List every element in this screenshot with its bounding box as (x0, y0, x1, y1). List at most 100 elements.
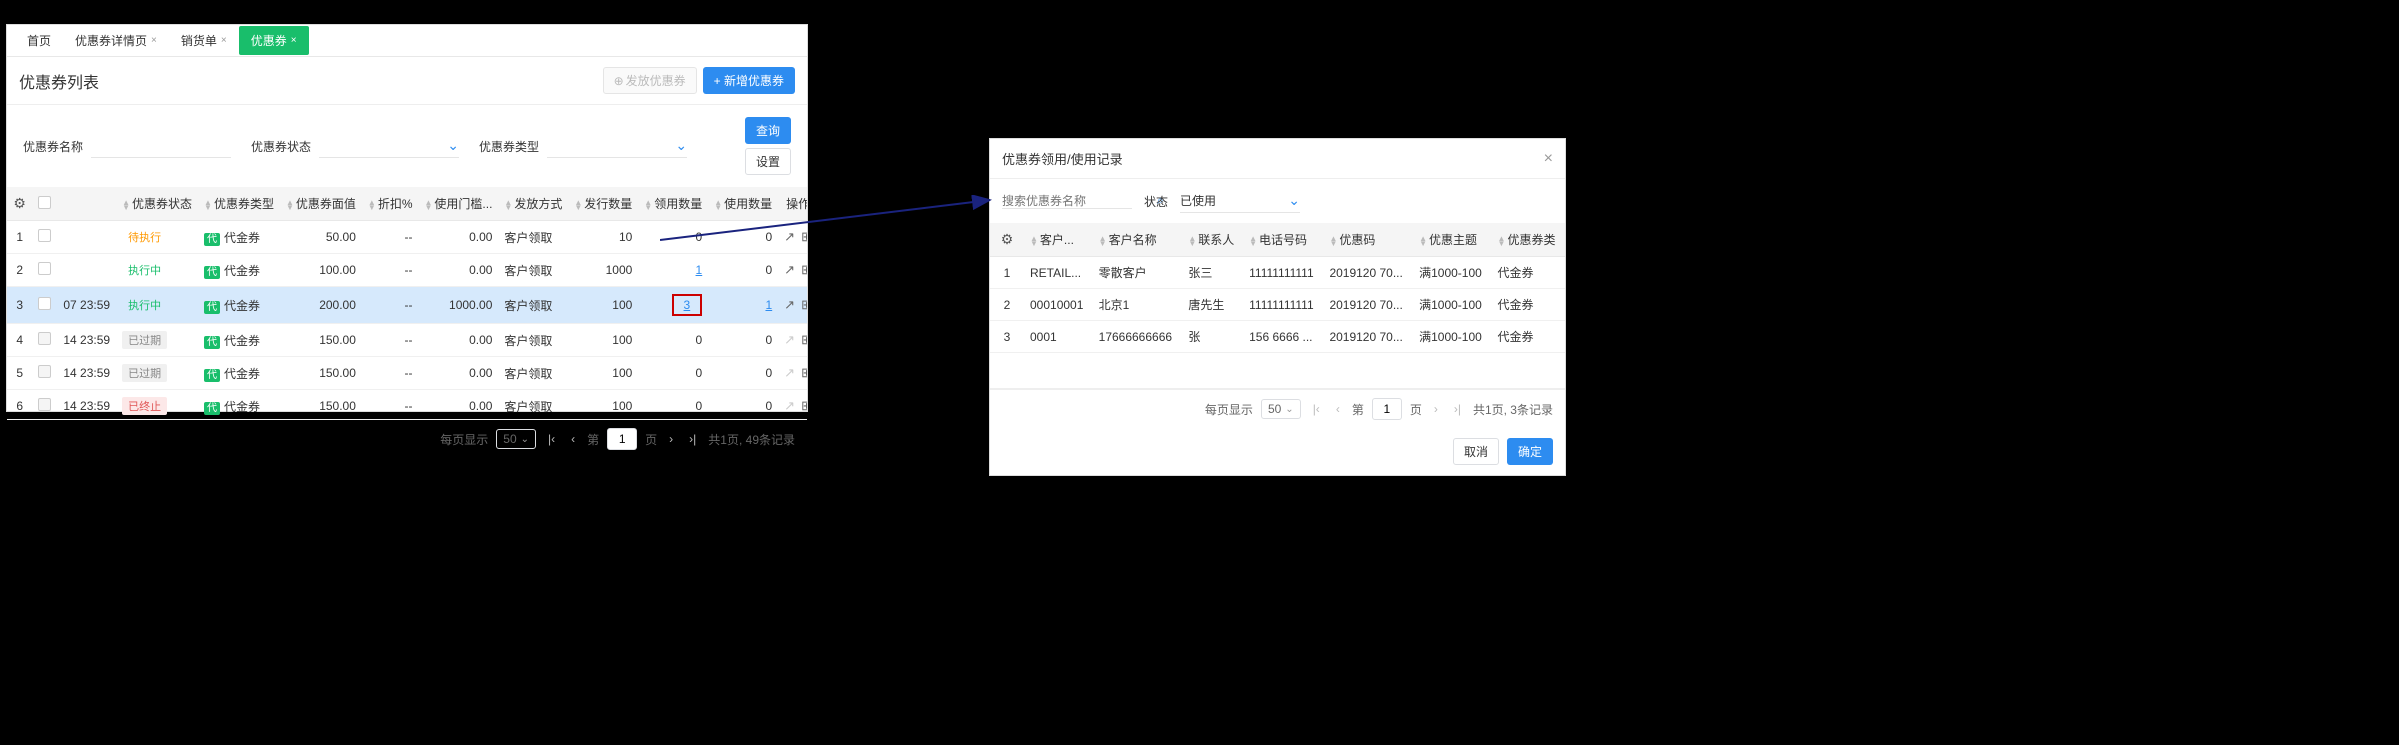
sort-icon[interactable]: ▲▼ (286, 200, 294, 210)
page-summary: 共1页, 49条记录 (708, 431, 795, 448)
used-count-link[interactable]: 1 (765, 298, 772, 312)
table-row[interactable]: 4 14 23:59 已过期 代代金券 150.00 -- 0.00 客户领取 … (7, 324, 807, 357)
prev-page-button[interactable]: ‹ (1332, 400, 1344, 418)
sort-icon[interactable]: ▲▼ (1329, 236, 1337, 246)
coupon-table-wrap[interactable]: ⚙ ▲▼优惠券状态▲▼优惠券类型▲▼优惠券面值▲▼折扣%▲▼使用门槛...▲▼发… (7, 187, 807, 419)
status-badge: 已终止 (122, 397, 167, 415)
tab[interactable]: 优惠券详情页× (63, 26, 169, 55)
qr-icon[interactable]: ⊞ (801, 229, 807, 245)
search-wrap: ⌕ (1002, 193, 1132, 209)
detail-status-select[interactable]: 已使用 ⌄ (1180, 189, 1300, 213)
gear-icon[interactable]: ⚙ (13, 195, 26, 211)
query-button[interactable]: 查询 (745, 117, 791, 144)
table-row[interactable]: 3 000117666666666张 156 6666 ...2019120 7… (990, 321, 1565, 353)
share-icon[interactable]: ↗ (784, 262, 795, 278)
page-input[interactable] (607, 428, 637, 450)
row-checkbox[interactable] (38, 229, 51, 242)
row-checkbox[interactable] (38, 262, 51, 275)
sort-icon[interactable]: ▲▼ (368, 200, 376, 210)
detail-title: 优惠券领用/使用记录 (1002, 149, 1123, 168)
next-page-button[interactable]: › (1430, 400, 1442, 418)
tab[interactable]: 首页 (15, 26, 63, 55)
title-bar: 优惠券列表 ⊕ 发放优惠券 + 新增优惠券 (7, 57, 807, 105)
sort-icon[interactable]: ▲▼ (1419, 236, 1427, 246)
close-icon[interactable]: × (1544, 150, 1553, 168)
sort-icon[interactable]: ▲▼ (574, 200, 582, 210)
settings-button[interactable]: 设置 (745, 148, 791, 175)
first-page-button[interactable]: |‹ (544, 430, 559, 448)
qr-icon[interactable]: ⊞ (801, 365, 807, 381)
close-icon[interactable]: × (221, 35, 227, 46)
tab[interactable]: 优惠券× (239, 26, 309, 55)
tab[interactable]: 销货单× (169, 26, 239, 55)
sort-icon[interactable]: ▲▼ (1498, 236, 1506, 246)
chevron-down-icon: ⌄ (1288, 192, 1300, 209)
type-tag: 代 (204, 266, 220, 279)
last-page-button[interactable]: ›| (685, 430, 700, 448)
distribute-button[interactable]: ⊕ 发放优惠券 (603, 67, 697, 94)
row-checkbox[interactable] (38, 365, 51, 378)
tab-bar: 首页优惠券详情页×销货单×优惠券× (7, 25, 807, 57)
filter-status-select[interactable]: ⌄ (319, 134, 459, 158)
next-page-button[interactable]: › (665, 430, 677, 448)
sort-icon[interactable]: ▲▼ (424, 200, 432, 210)
table-row[interactable]: 1 RETAIL...零散客户张三 111111111112019120 70.… (990, 257, 1565, 289)
qr-icon[interactable]: ⊞ (801, 262, 807, 278)
last-page-button[interactable]: ›| (1450, 400, 1465, 418)
table-row[interactable]: 1 待执行 代代金券 50.00 -- 0.00 客户领取 10 0 0 ↗ ⊞ (7, 221, 807, 254)
status-badge: 执行中 (122, 296, 167, 314)
chevron-down-icon: ⌄ (521, 434, 529, 445)
type-tag: 代 (204, 402, 220, 415)
cancel-button[interactable]: 取消 (1453, 438, 1499, 465)
sort-icon[interactable]: ▲▼ (1030, 236, 1038, 246)
page-input[interactable] (1372, 398, 1402, 420)
sort-icon[interactable]: ▲▼ (504, 200, 512, 210)
close-icon[interactable]: × (151, 35, 157, 46)
detail-table-wrap[interactable]: ⚙ ▲▼客户...▲▼客户名称▲▼联系人▲▼电话号码▲▼优惠码▲▼优惠主题▲▼优… (990, 223, 1565, 353)
qr-icon[interactable]: ⊞ (801, 332, 807, 348)
table-row[interactable]: 2 00010001北京1唐先生 111111111112019120 70..… (990, 289, 1565, 321)
status-badge: 已过期 (122, 364, 167, 382)
sort-icon[interactable]: ▲▼ (204, 200, 212, 210)
row-checkbox[interactable] (38, 297, 51, 310)
share-icon[interactable]: ↗ (784, 229, 795, 245)
received-count-link[interactable]: 3 (684, 298, 691, 312)
gear-icon[interactable]: ⚙ (1001, 231, 1014, 247)
detail-table: ⚙ ▲▼客户...▲▼客户名称▲▼联系人▲▼电话号码▲▼优惠码▲▼优惠主题▲▼优… (990, 223, 1565, 353)
qr-icon[interactable]: ⊞ (801, 297, 807, 313)
status-badge: 待执行 (122, 228, 167, 246)
filter-name-input[interactable] (91, 134, 231, 158)
per-page-select[interactable]: 50 ⌄ (496, 429, 536, 449)
add-coupon-button[interactable]: + 新增优惠券 (703, 67, 795, 94)
confirm-button[interactable]: 确定 (1507, 438, 1553, 465)
sort-icon[interactable]: ▲▼ (1249, 236, 1257, 246)
qr-icon[interactable]: ⊞ (801, 398, 807, 414)
sort-icon[interactable]: ▲▼ (122, 200, 130, 210)
type-tag: 代 (204, 301, 220, 314)
table-row[interactable]: 2 执行中 代代金券 100.00 -- 0.00 客户领取 1000 1 0 … (7, 254, 807, 287)
sort-icon[interactable]: ▲▼ (1188, 236, 1196, 246)
share-icon: ↗ (784, 365, 795, 381)
select-all-checkbox[interactable] (38, 196, 51, 209)
row-checkbox[interactable] (38, 398, 51, 411)
share-icon[interactable]: ↗ (784, 297, 795, 313)
page-suffix: 页 (645, 431, 657, 448)
main-pagination: 每页显示 50 ⌄ |‹ ‹ 第 页 › ›| 共1页, 49条记录 (7, 419, 807, 458)
sort-icon[interactable]: ▲▼ (714, 200, 722, 210)
close-icon[interactable]: × (291, 35, 297, 46)
row-checkbox[interactable] (38, 332, 51, 345)
table-row[interactable]: 3 07 23:59 执行中 代代金券 200.00 -- 1000.00 客户… (7, 287, 807, 324)
prev-page-button[interactable]: ‹ (567, 430, 579, 448)
filter-name-label: 优惠券名称 (23, 138, 83, 155)
first-page-button[interactable]: |‹ (1309, 400, 1324, 418)
sort-icon[interactable]: ▲▼ (644, 200, 652, 210)
filter-type-select[interactable]: ⌄ (547, 134, 687, 158)
detail-status-label: 状态 (1144, 193, 1168, 210)
table-row[interactable]: 5 14 23:59 已过期 代代金券 150.00 -- 0.00 客户领取 … (7, 357, 807, 390)
search-input[interactable] (1002, 194, 1157, 208)
per-page-select[interactable]: 50 ⌄ (1261, 399, 1301, 419)
received-count-link[interactable]: 1 (696, 263, 703, 277)
sort-icon[interactable]: ▲▼ (1099, 236, 1107, 246)
table-row[interactable]: 6 14 23:59 已终止 代代金券 150.00 -- 0.00 客户领取 … (7, 390, 807, 420)
share-icon: ↗ (784, 332, 795, 348)
